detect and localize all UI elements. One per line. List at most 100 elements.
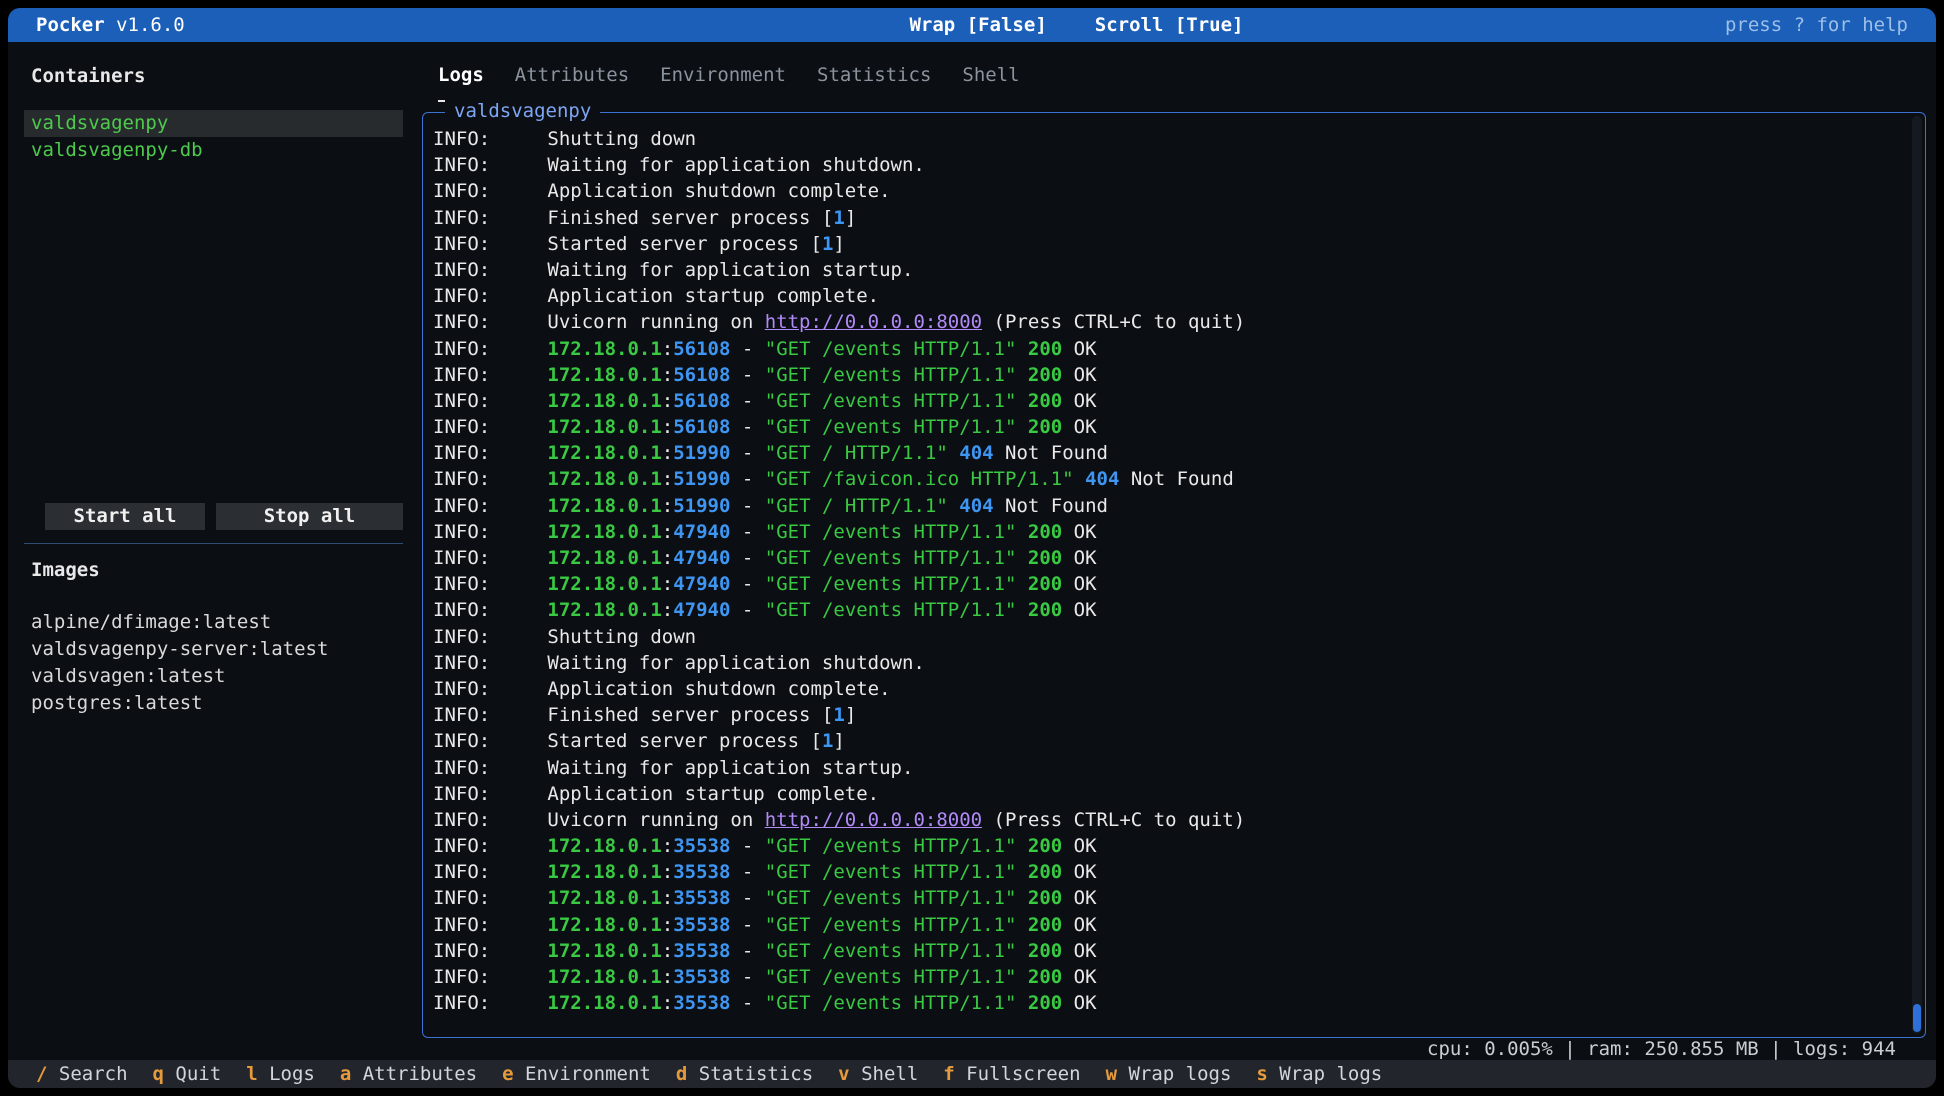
log-segment: INFO: Application shutdown complete. [433,180,891,202]
tab-attributes[interactable]: Attributes [515,64,629,102]
log-line: INFO: Finished server process [1] [433,702,1909,728]
log-segment: 200 [1028,966,1062,988]
log-segment: "GET /events HTTP/1.1" [765,992,1017,1014]
log-segment: - [730,338,764,360]
shortcut-attributes[interactable]: a Attributes [340,1063,477,1085]
shortcut-logs[interactable]: l Logs [246,1063,315,1085]
log-segment: 47940 [673,599,730,621]
shortcut-label: Environment [514,1063,651,1085]
shortcut-fullscreen[interactable]: f Fullscreen [943,1063,1080,1085]
log-segment: 200 [1028,992,1062,1014]
log-segment: 35538 [673,835,730,857]
log-segment: 35538 [673,992,730,1014]
log-segment: : [662,547,673,569]
tab-shell[interactable]: Shell [962,64,1019,102]
log-segment [1016,416,1027,438]
log-segment: 200 [1028,547,1062,569]
log-segment: 172.18.0.1 [547,992,661,1014]
log-line: INFO: 172.18.0.1:35538 - "GET /events HT… [433,912,1909,938]
log-segment: : [662,887,673,909]
app-title-group: Pocker v1.6.0 [8,14,428,36]
log-segment: Not Found [994,495,1108,517]
log-segment: 404 [1085,468,1119,490]
log-segment: OK [1062,547,1096,569]
image-item[interactable]: valdsvagenpy-server:latest [24,636,403,663]
log-segment: 1 [833,207,844,229]
scrollbar-thumb[interactable] [1913,1004,1921,1032]
log-segment: INFO: [433,599,547,621]
tab-environment[interactable]: Environment [660,64,786,102]
log-segment: INFO: Shutting down [433,128,696,150]
container-item-valdsvagenpy-db[interactable]: valdsvagenpy-db [24,137,403,164]
log-segment: - [730,914,764,936]
main-area: Logs Attributes Environment Statistics Shell… [410,42,1936,1060]
log-content[interactable]: INFO: Shutting down INFO: Waiting for app… [424,114,1909,1036]
shortcut-key: e [502,1063,513,1085]
image-item[interactable]: valdsvagen:latest [24,663,403,690]
shortcut-shell[interactable]: v Shell [838,1063,918,1085]
log-segment: OK [1062,364,1096,386]
log-segment: 47940 [673,547,730,569]
log-segment: 200 [1028,599,1062,621]
shortcut-wrap-logs[interactable]: w Wrap logs [1106,1063,1232,1085]
log-segment [948,442,959,464]
shortcut-wrap-logs[interactable]: s Wrap logs [1256,1063,1382,1085]
log-segment: 1 [822,233,833,255]
log-segment: INFO: Started server process [ [433,730,822,752]
log-segment: INFO: [433,861,547,883]
start-all-button[interactable]: Start all [45,503,205,530]
shortcut-environment[interactable]: e Environment [502,1063,651,1085]
log-segment: 200 [1028,573,1062,595]
image-item[interactable]: postgres:latest [24,690,403,717]
tab-statistics[interactable]: Statistics [817,64,931,102]
help-hint: press ? for help [1725,14,1936,36]
log-segment [1016,992,1027,1014]
log-segment [1016,521,1027,543]
log-line: INFO: 172.18.0.1:35538 - "GET /events HT… [433,833,1909,859]
log-segment: INFO: Shutting down [433,626,696,648]
log-segment: INFO: Waiting for application shutdown. [433,154,925,176]
log-segment: OK [1062,390,1096,412]
log-segment: "GET /events HTTP/1.1" [765,338,1017,360]
log-segment: INFO: [433,992,547,1014]
log-segment [1016,547,1027,569]
container-item-valdsvagenpy[interactable]: valdsvagenpy [24,110,403,137]
log-segment: 172.18.0.1 [547,940,661,962]
log-line: INFO: 172.18.0.1:51990 - "GET / HTTP/1.1… [433,493,1909,519]
log-segment: INFO: [433,547,547,569]
log-line: INFO: 172.18.0.1:35538 - "GET /events HT… [433,964,1909,990]
image-item[interactable]: alpine/dfimage:latest [24,609,403,636]
log-segment: - [730,364,764,386]
log-segment: 172.18.0.1 [547,861,661,883]
shortcut-quit[interactable]: q Quit [153,1063,222,1085]
stop-all-button[interactable]: Stop all [216,503,403,530]
log-segment: 51990 [673,442,730,464]
log-segment: - [730,416,764,438]
scroll-indicator: Scroll [True] [1095,14,1244,36]
log-segment: INFO: Waiting for application shutdown. [433,652,925,674]
shortcut-label: Shell [850,1063,919,1085]
log-segment: 200 [1028,940,1062,962]
scrollbar[interactable] [1912,116,1922,1034]
log-segment [1016,914,1027,936]
log-line: INFO: 172.18.0.1:35538 - "GET /events HT… [433,938,1909,964]
log-segment: 200 [1028,390,1062,412]
container-buttons: Start all Stop all [45,503,403,530]
shortcut-statistics[interactable]: d Statistics [676,1063,813,1085]
log-segment: OK [1062,940,1096,962]
log-segment [1016,599,1027,621]
app-title: Pocker [36,14,105,36]
log-segment [1016,573,1027,595]
shortcut-label: Wrap logs [1117,1063,1231,1085]
container-list: valdsvagenpyvaldsvagenpy-db [24,110,403,503]
log-segment: 172.18.0.1 [547,390,661,412]
shortcut-bar: / Search q Quit l Logs a Attributes e Enviro… [8,1060,1936,1088]
shortcut-search[interactable]: / Search [36,1063,128,1085]
log-segment: INFO: Finished server process [ [433,207,833,229]
sidebar: Containers valdsvagenpyvaldsvagenpy-db S… [8,42,410,1060]
log-segment [1016,390,1027,412]
tab-logs[interactable]: Logs [438,64,484,102]
log-segment: "GET / HTTP/1.1" [765,442,948,464]
log-segment: 200 [1028,887,1062,909]
log-segment: : [662,338,673,360]
